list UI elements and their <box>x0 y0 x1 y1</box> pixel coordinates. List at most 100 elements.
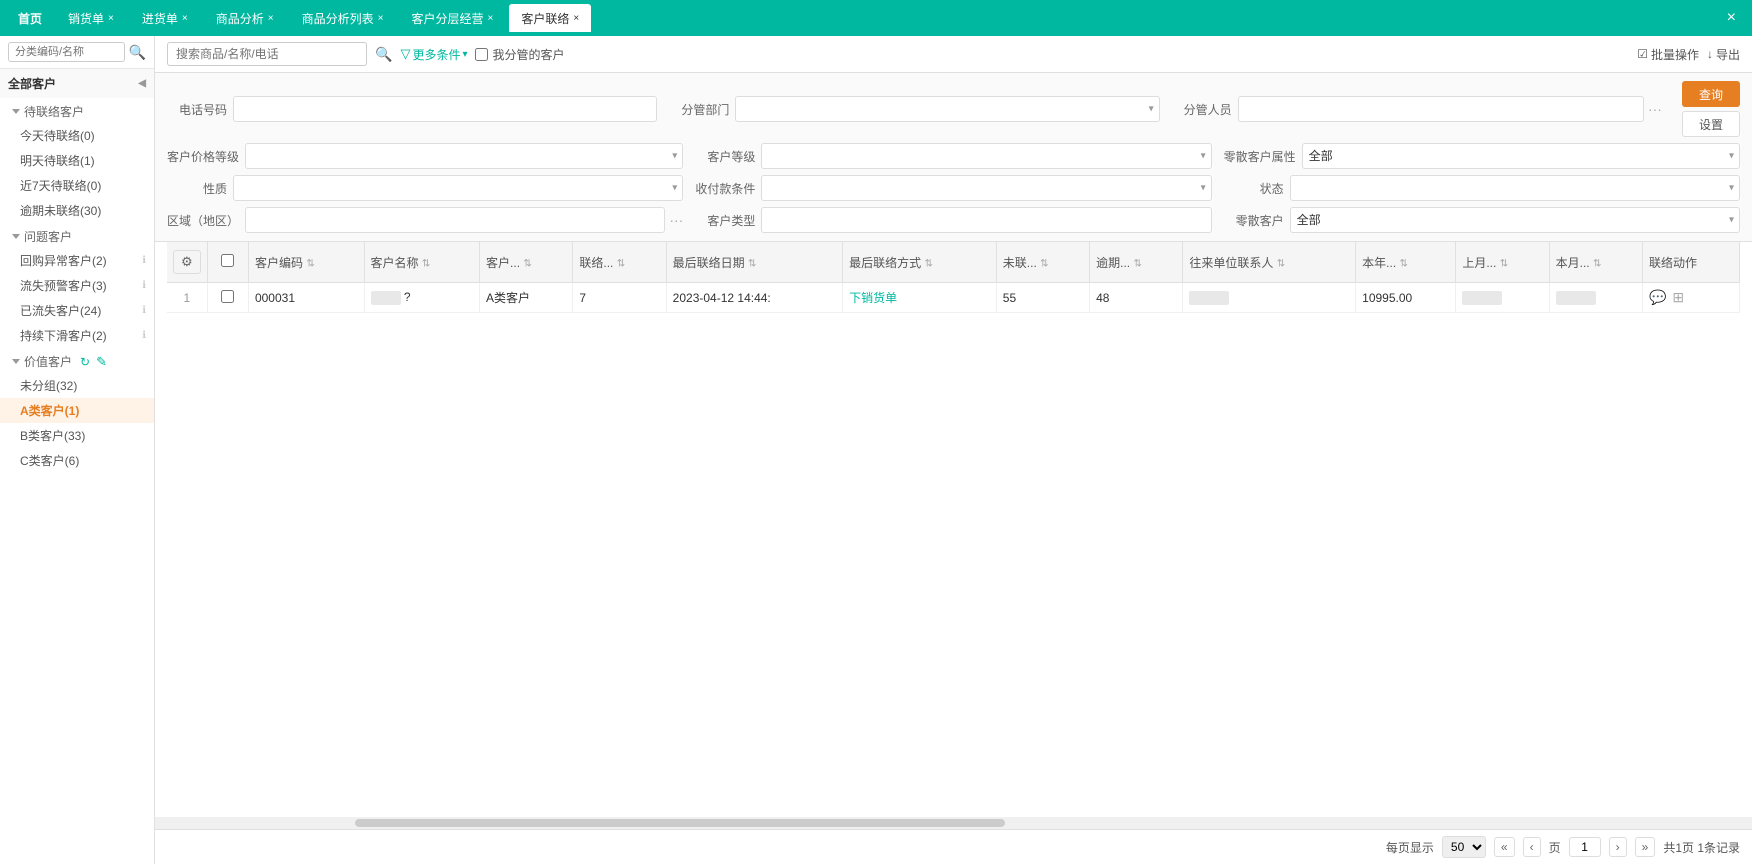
sidebar-item-churn-warn[interactable]: 流失预警客户(3) ℹ <box>0 273 154 298</box>
expand-icon <box>12 359 20 364</box>
sidebar-item-a-class[interactable]: A类客户(1) <box>0 398 154 423</box>
filter-input-customer-type <box>761 207 1211 233</box>
sort-icon: ⇅ <box>1040 258 1048 269</box>
table-header: ⚙ 客户编码 ⇅ 客户名称 ⇅ <box>167 242 1740 283</box>
sort-icon: ⇅ <box>924 258 932 269</box>
filter-bar: 🔍 ▽ 更多条件 ▾ 我分管的客户 ☑ 批量操作 ↓ 导出 <box>155 36 1752 73</box>
gear-button[interactable]: ⚙ <box>173 250 201 274</box>
edit-icon[interactable]: ✎ <box>96 354 107 370</box>
filter-select-price-level: ▾ <box>245 143 683 169</box>
per-page-label: 每页显示 <box>1386 839 1434 856</box>
filter-search-input[interactable] <box>167 42 367 66</box>
col-last-date: 最后联络日期 ⇅ <box>666 242 842 283</box>
sidebar-search-input[interactable] <box>8 42 125 62</box>
next-page-button[interactable]: › <box>1609 837 1627 857</box>
filter-customer-level: 客户等级 ▾ <box>695 143 1211 169</box>
more-filters-button[interactable]: ▽ 更多条件 ▾ <box>400 46 467 63</box>
close-icon[interactable]: × <box>573 13 579 24</box>
nav-home[interactable]: 首页 <box>8 6 52 31</box>
export-button[interactable]: ↓ 导出 <box>1707 46 1740 63</box>
close-icon[interactable]: × <box>378 13 384 24</box>
close-icon[interactable]: × <box>108 13 114 24</box>
price-level-select[interactable] <box>245 143 683 169</box>
col-name: 客户名称 ⇅ <box>364 242 480 283</box>
close-icon[interactable]: × <box>182 13 188 24</box>
filter-label-phone: 电话号码 <box>167 101 227 118</box>
query-button[interactable]: 查询 <box>1682 81 1740 107</box>
close-icon[interactable]: × <box>268 13 274 24</box>
horizontal-scrollbar[interactable] <box>155 817 1752 829</box>
batch-ops-button[interactable]: ☑ 批量操作 <box>1637 46 1699 63</box>
sidebar-item-b-class[interactable]: B类客户(33) <box>0 423 154 448</box>
nav-tab-sales[interactable]: 销货单 × <box>56 4 126 32</box>
filter-input-region: ··· <box>245 207 683 233</box>
dept-select[interactable] <box>735 96 1159 122</box>
filter-price-level: 客户价格等级 ▾ <box>167 143 683 169</box>
filter-label-nature: 性质 <box>167 180 227 197</box>
nav-tab-analysis[interactable]: 商品分析 × <box>204 4 286 32</box>
filter-select-nature: ▾ <box>233 175 683 201</box>
nav-tab-analysis-list[interactable]: 商品分析列表 × <box>290 4 396 32</box>
region-input[interactable] <box>245 207 665 233</box>
filter-region: 区域（地区） ··· <box>167 207 683 233</box>
close-all-button[interactable]: × <box>1719 9 1744 27</box>
retail-attr-select[interactable]: 全部 <box>1302 143 1740 169</box>
qr-icon[interactable]: ⊞ <box>1672 289 1684 306</box>
sidebar-item-c-class[interactable]: C类客户(6) <box>0 448 154 473</box>
chat-icon[interactable]: 💬 <box>1649 289 1666 306</box>
cell-row-actions: 💬 ⊞ <box>1642 283 1739 313</box>
first-page-button[interactable]: « <box>1494 837 1515 857</box>
retail-customer-select[interactable]: 全部 <box>1290 207 1740 233</box>
sidebar-item-ungrouped[interactable]: 未分组(32) <box>0 373 154 398</box>
sidebar-item-7days[interactable]: 近7天待联络(0) <box>0 173 154 198</box>
col-checkbox <box>207 242 248 283</box>
per-page-select[interactable]: 50 <box>1442 836 1486 858</box>
sidebar-group-pending: 待联络客户 <box>0 98 154 123</box>
last-page-button[interactable]: » <box>1635 837 1656 857</box>
my-customers-filter[interactable]: 我分管的客户 <box>475 46 564 63</box>
sidebar-item-tomorrow[interactable]: 明天待联络(1) <box>0 148 154 173</box>
manager-input[interactable] <box>1238 96 1644 122</box>
info-icon: ℹ <box>142 280 146 291</box>
page-number-input[interactable] <box>1569 837 1601 857</box>
scrollbar-thumb[interactable] <box>355 819 1005 827</box>
sidebar-item-churned[interactable]: 已流失客户(24) ℹ <box>0 298 154 323</box>
my-customers-checkbox[interactable] <box>475 48 488 61</box>
filter-manager: 分管人员 ··· <box>1172 96 1662 122</box>
phone-input[interactable] <box>233 96 657 122</box>
nav-tab-purchase[interactable]: 进货单 × <box>130 4 200 32</box>
sidebar-search-icon[interactable]: 🔍 <box>129 44 146 61</box>
sidebar-item-today[interactable]: 今天待联络(0) <box>0 123 154 148</box>
col-level: 客户... ⇅ <box>480 242 573 283</box>
filter-search-icon[interactable]: 🔍 <box>375 46 392 63</box>
sidebar: 🔍 全部客户 ◀ 待联络客户 今天待联络(0) 明天待联络(1) 近7天待联络(… <box>0 36 155 864</box>
nature-select[interactable] <box>233 175 683 201</box>
customer-type-input[interactable] <box>761 207 1211 233</box>
more-icon[interactable]: ··· <box>1648 101 1662 117</box>
cell-no-contact: 55 <box>996 283 1089 313</box>
filter-label-region: 区域（地区） <box>167 212 239 229</box>
sidebar-item-abnormal[interactable]: 回购异常客户(2) ℹ <box>0 248 154 273</box>
filter-label-manager: 分管人员 <box>1172 101 1232 118</box>
last-contact-link[interactable]: 下销货单 <box>849 291 897 305</box>
settings-button[interactable]: 设置 <box>1682 111 1740 137</box>
sidebar-collapse-icon[interactable]: ◀ <box>138 78 146 89</box>
nav-tab-customer-contact[interactable]: 客户联络 × <box>509 4 591 32</box>
row-checkbox[interactable] <box>221 290 234 303</box>
info-icon: ℹ <box>142 255 146 266</box>
status-select[interactable] <box>1290 175 1740 201</box>
nav-tab-customer-tier[interactable]: 客户分层经营 × <box>399 4 505 32</box>
customer-level-select[interactable] <box>761 143 1211 169</box>
col-contact-count: 联络... ⇅ <box>573 242 666 283</box>
close-icon[interactable]: × <box>487 13 493 24</box>
cell-this-year: 10995.00 <box>1356 283 1456 313</box>
filter-input-manager: ··· <box>1238 96 1662 122</box>
prev-page-button[interactable]: ‹ <box>1523 837 1541 857</box>
sidebar-all-customers-header[interactable]: 全部客户 ◀ <box>0 69 154 98</box>
refresh-icon[interactable]: ↻ <box>80 355 90 369</box>
payment-select[interactable] <box>761 175 1211 201</box>
more-icon[interactable]: ··· <box>669 212 683 228</box>
sidebar-item-declining[interactable]: 持续下滑客户(2) ℹ <box>0 323 154 348</box>
select-all-checkbox[interactable] <box>221 254 234 267</box>
sidebar-item-overdue[interactable]: 逾期未联络(30) <box>0 198 154 223</box>
